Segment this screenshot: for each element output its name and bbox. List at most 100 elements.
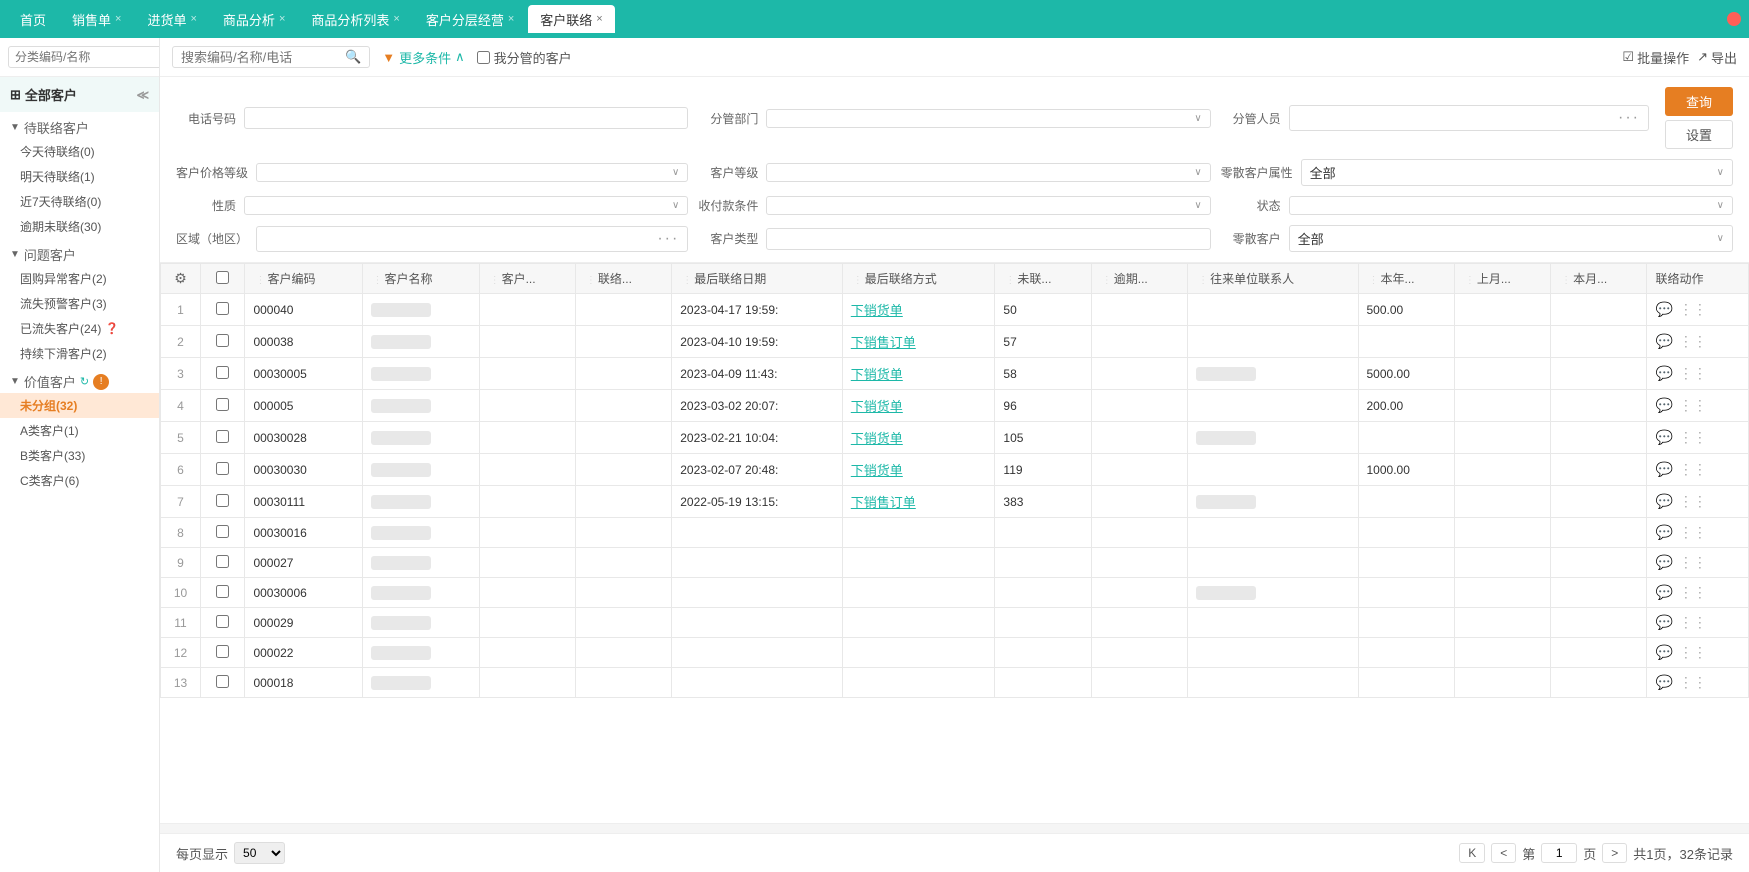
contact-icon[interactable]: 💬 [1655, 614, 1672, 631]
filter-phone-input[interactable] [244, 107, 688, 129]
reset-button[interactable]: 设置 [1665, 120, 1733, 149]
row-checkbox[interactable] [216, 366, 229, 379]
col-resize-icon[interactable]: ⋮ [253, 275, 267, 286]
close-sales-icon[interactable]: × [115, 13, 121, 25]
filter-region-select[interactable]: ··· [256, 226, 688, 252]
more-action-icon[interactable]: ⋮⋮ [1679, 584, 1707, 601]
row-checkbox[interactable] [216, 585, 229, 598]
col-resize-icon6[interactable]: ⋮ [851, 275, 865, 286]
sidebar-item-churned[interactable]: 已流失客户(24) ❓ [0, 316, 159, 341]
close-product-analysis-list-icon[interactable]: × [393, 13, 399, 25]
filter-sparse-attr-select[interactable]: 全部 ∨ [1301, 159, 1733, 186]
sidebar-item-ungroup[interactable]: 未分组(32) [0, 393, 159, 418]
row-checkbox-cell[interactable] [201, 454, 245, 486]
row-checkbox[interactable] [216, 430, 229, 443]
close-purchase-icon[interactable]: × [190, 13, 196, 25]
settings-icon[interactable]: ⚙ [174, 270, 187, 286]
sidebar-item-declining[interactable]: 持续下滑客户(2) [0, 341, 159, 366]
filter-customer-level-select[interactable]: ∨ [766, 163, 1210, 182]
contact-icon[interactable]: 💬 [1655, 674, 1672, 691]
col-resize-icon7[interactable]: ⋮ [1003, 275, 1017, 286]
row-last-contact-way[interactable]: 下销货单 [842, 422, 995, 454]
page-number-input[interactable] [1541, 843, 1577, 863]
first-page-button[interactable]: K [1459, 843, 1485, 863]
sidebar-item-class-c[interactable]: C类客户(6) [0, 468, 159, 493]
more-action-icon[interactable]: ⋮⋮ [1679, 333, 1707, 350]
row-last-contact-way[interactable]: 下销售订单 [842, 326, 995, 358]
tab-product-analysis[interactable]: 商品分析 × [211, 5, 297, 33]
filter-payment-select[interactable]: ∨ [766, 196, 1210, 215]
col-checkbox[interactable] [201, 264, 245, 294]
col-resize-icon8[interactable]: ⋮ [1100, 275, 1114, 286]
section-pending-contact[interactable]: ▼ 待联络客户 [0, 112, 159, 139]
main-search-input[interactable] [181, 50, 341, 65]
more-action-icon[interactable]: ⋮⋮ [1679, 674, 1707, 691]
row-checkbox[interactable] [216, 462, 229, 475]
query-button[interactable]: 查询 [1665, 87, 1733, 116]
more-conditions-button[interactable]: ▼ 更多条件 ∧ [382, 48, 464, 67]
row-checkbox-cell[interactable] [201, 578, 245, 608]
close-customer-segment-icon[interactable]: × [508, 13, 514, 25]
per-page-select[interactable]: 50 100 200 [234, 842, 285, 864]
filter-price-level-select[interactable]: ∨ [256, 163, 688, 182]
row-checkbox[interactable] [216, 525, 229, 538]
category-search-input[interactable] [8, 46, 160, 68]
filter-nature-select[interactable]: ∨ [244, 196, 688, 215]
more-action-icon[interactable]: ⋮⋮ [1679, 397, 1707, 414]
section-problem-customers[interactable]: ▼ 问题客户 [0, 239, 159, 266]
contact-way-link[interactable]: 下销货单 [851, 303, 903, 318]
row-checkbox[interactable] [216, 645, 229, 658]
row-checkbox-cell[interactable] [201, 608, 245, 638]
contact-way-link[interactable]: 下销货单 [851, 431, 903, 446]
row-checkbox-cell[interactable] [201, 518, 245, 548]
close-product-analysis-icon[interactable]: × [279, 13, 285, 25]
filter-dept-select[interactable]: ∨ [766, 109, 1210, 128]
tab-customer-segment[interactable]: 客户分层经营 × [414, 5, 526, 33]
col-resize-icon10[interactable]: ⋮ [1367, 275, 1381, 286]
contact-way-link[interactable]: 下销售订单 [851, 495, 916, 510]
contact-icon[interactable]: 💬 [1655, 365, 1672, 382]
row-last-contact-way[interactable]: 下销货单 [842, 454, 995, 486]
more-action-icon[interactable]: ⋮⋮ [1679, 644, 1707, 661]
row-last-contact-way[interactable]: 下销货单 [842, 358, 995, 390]
contact-icon[interactable]: 💬 [1655, 397, 1672, 414]
filter-status-select[interactable]: ∨ [1289, 196, 1733, 215]
sidebar-item-class-a[interactable]: A类客户(1) [0, 418, 159, 443]
more-action-icon[interactable]: ⋮⋮ [1679, 554, 1707, 571]
tab-home[interactable]: 首页 [8, 5, 58, 33]
more-action-icon[interactable]: ⋮⋮ [1679, 614, 1707, 631]
sidebar-collapse-icon[interactable]: ≪ [136, 88, 149, 102]
next-page-button[interactable]: > [1602, 843, 1627, 863]
sidebar-item-today-pending[interactable]: 今天待联络(0) [0, 139, 159, 164]
tab-product-analysis-list[interactable]: 商品分析列表 × [299, 5, 411, 33]
col-resize-icon3[interactable]: ⋮ [488, 275, 502, 286]
row-checkbox[interactable] [216, 334, 229, 347]
close-customer-contact-icon[interactable]: × [596, 13, 602, 25]
sidebar-item-7days-pending[interactable]: 近7天待联络(0) [0, 189, 159, 214]
select-all-checkbox[interactable] [216, 271, 229, 284]
window-close-button[interactable] [1727, 12, 1741, 26]
filter-customer-type-input[interactable] [766, 228, 1210, 250]
col-resize-icon11[interactable]: ⋮ [1463, 275, 1477, 286]
col-resize-icon9[interactable]: ⋮ [1196, 275, 1210, 286]
contact-icon[interactable]: 💬 [1655, 429, 1672, 446]
export-button[interactable]: ↗ 导出 [1697, 48, 1737, 67]
horizontal-scrollbar[interactable] [160, 823, 1749, 833]
sidebar-item-overdue-no-contact[interactable]: 逾期未联络(30) [0, 214, 159, 239]
contact-way-link[interactable]: 下销货单 [851, 367, 903, 382]
contact-way-link[interactable]: 下销货单 [851, 463, 903, 478]
sidebar-all-customers[interactable]: ⊞ 全部客户 ≪ [0, 77, 159, 112]
row-checkbox-cell[interactable] [201, 294, 245, 326]
sidebar-item-churn-warning[interactable]: 流失预警客户(3) [0, 291, 159, 316]
dots-icon[interactable]: ··· [1618, 109, 1640, 127]
row-checkbox[interactable] [216, 675, 229, 688]
col-resize-icon12[interactable]: ⋮ [1559, 275, 1573, 286]
row-checkbox-cell[interactable] [201, 668, 245, 698]
row-checkbox-cell[interactable] [201, 548, 245, 578]
my-customers-check[interactable] [477, 51, 490, 64]
row-last-contact-way[interactable]: 下销售订单 [842, 486, 995, 518]
row-checkbox-cell[interactable] [201, 422, 245, 454]
col-settings[interactable]: ⚙ [161, 264, 201, 294]
more-action-icon[interactable]: ⋮⋮ [1679, 301, 1707, 318]
contact-icon[interactable]: 💬 [1655, 301, 1672, 318]
